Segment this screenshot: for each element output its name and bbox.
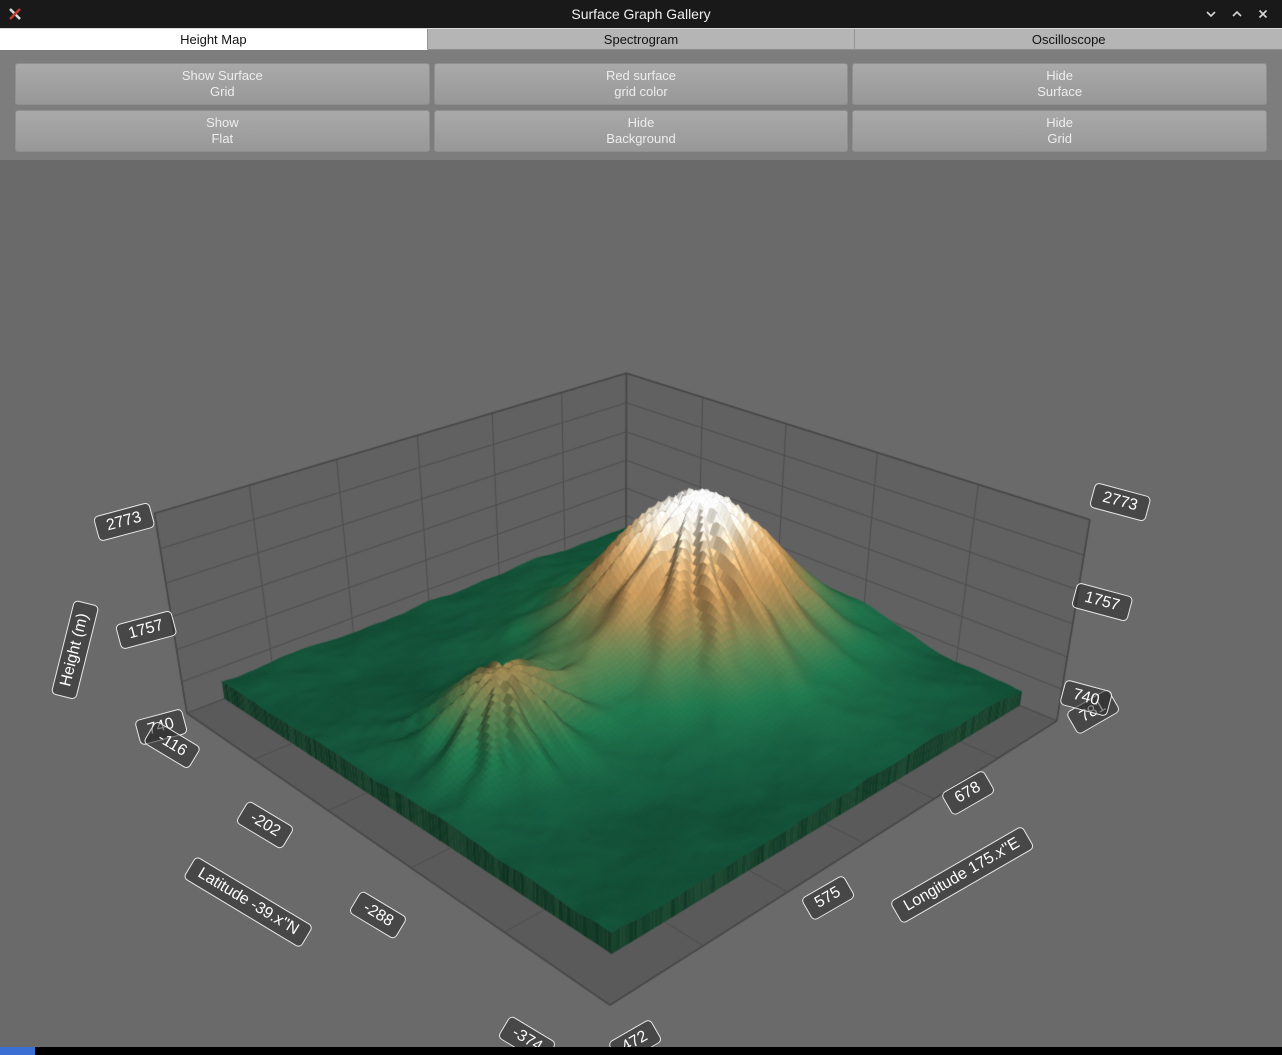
window-controls — [1204, 7, 1282, 21]
window-title: Surface Graph Gallery — [571, 6, 710, 22]
surface-chart: 2773 1757 740 Height (m) -116 -202 -288 … — [0, 160, 1282, 1047]
button-label-line: Hide — [628, 115, 655, 131]
button-label-line: Red surface — [606, 68, 676, 84]
app-icon — [8, 7, 22, 21]
app-window: Surface Graph Gallery Height Map Spectro… — [0, 0, 1282, 1055]
button-label-line: grid color — [614, 84, 667, 100]
maximize-icon[interactable] — [1230, 7, 1244, 21]
tab-spectrogram[interactable]: Spectrogram — [428, 29, 856, 50]
tab-bar: Height Map Spectrogram Oscilloscope — [0, 28, 1282, 50]
tab-height-map[interactable]: Height Map — [0, 29, 428, 50]
button-label-line: Grid — [1047, 131, 1072, 147]
minimize-icon[interactable] — [1204, 7, 1218, 21]
show-surface-grid-button[interactable]: Show Surface Grid — [15, 63, 430, 105]
taskbar-accent — [0, 1047, 35, 1055]
button-label-line: Show Surface — [182, 68, 263, 84]
button-label-line: Hide — [1046, 68, 1073, 84]
toggle-surface-button[interactable]: Hide Surface — [852, 63, 1267, 105]
button-label-line: Surface — [1037, 84, 1082, 100]
show-flat-button[interactable]: Show Flat — [15, 110, 430, 152]
titlebar: Surface Graph Gallery — [0, 0, 1282, 28]
close-icon[interactable] — [1256, 7, 1270, 21]
toggle-background-button[interactable]: Hide Background — [434, 110, 849, 152]
control-panel: Show Surface Grid Red surface grid color… — [0, 50, 1282, 160]
button-label-line: Show — [206, 115, 239, 131]
button-label-line: Background — [606, 131, 675, 147]
tab-oscilloscope[interactable]: Oscilloscope — [855, 29, 1282, 50]
toggle-grid-button[interactable]: Hide Grid — [852, 110, 1267, 152]
taskbar-strip — [0, 1047, 1282, 1055]
button-label-line: Flat — [211, 131, 233, 147]
button-label-line: Hide — [1046, 115, 1073, 131]
surface-grid-color-button[interactable]: Red surface grid color — [434, 63, 849, 105]
button-label-line: Grid — [210, 84, 235, 100]
